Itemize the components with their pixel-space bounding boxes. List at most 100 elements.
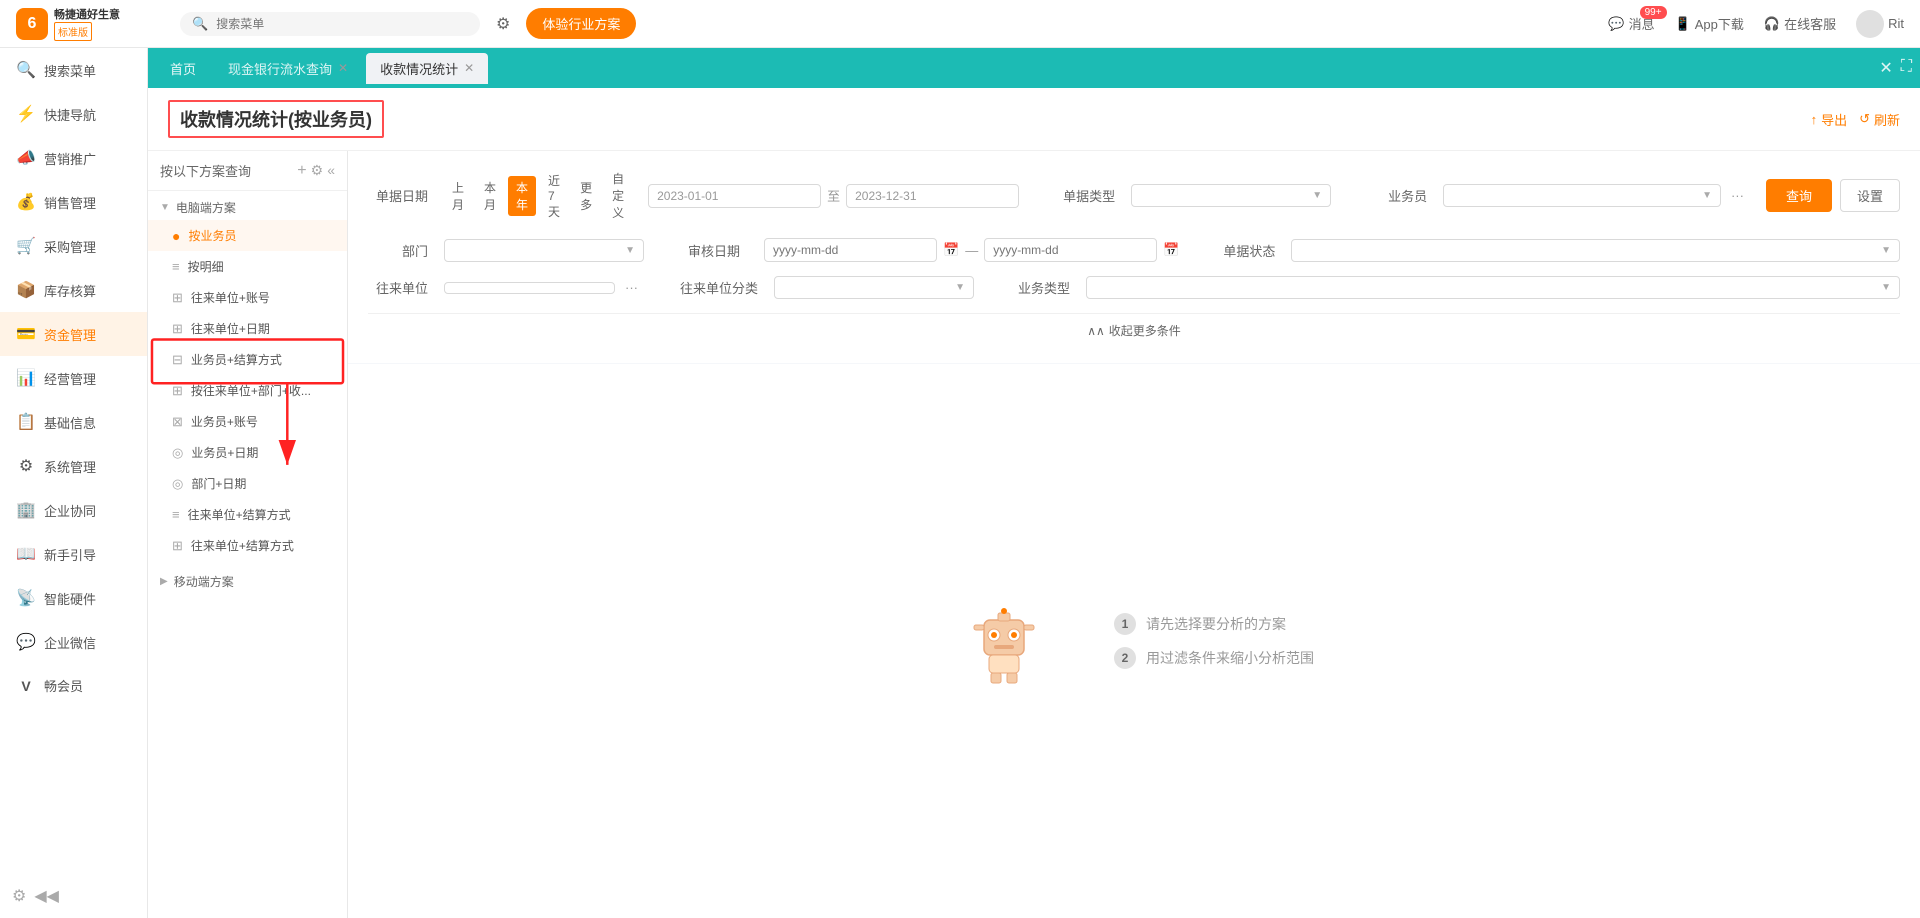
desktop-section-label: 电脑端方案 bbox=[176, 199, 236, 216]
sidebar-item-operation[interactable]: 📊 经营管理 bbox=[0, 356, 147, 400]
sidebar-item-label: 企业微信 bbox=[44, 633, 96, 652]
sidebar-item-guide[interactable]: 📖 新手引导 bbox=[0, 532, 147, 576]
scheme-icon: ⊠ bbox=[172, 414, 183, 430]
scheme-add-icon[interactable]: + bbox=[297, 162, 306, 180]
step-num-2: 2 bbox=[1114, 647, 1136, 669]
review-date-calendar-icon2[interactable]: 📅 bbox=[1163, 242, 1179, 258]
app-download-btn[interactable]: 📱 App下载 bbox=[1675, 14, 1744, 33]
hardware-icon: 📡 bbox=[16, 588, 36, 608]
review-date-calendar-icon[interactable]: 📅 bbox=[943, 242, 959, 258]
header-settings-icon[interactable]: ⚙ bbox=[496, 14, 510, 34]
scheme-item-unit-dept-collect[interactable]: ⊞ 按往来单位+部门+收... bbox=[148, 375, 347, 406]
date-tab-custom[interactable]: 自定义 bbox=[604, 167, 632, 224]
tab-fullscreen-icon[interactable]: ⛶ bbox=[1901, 58, 1912, 78]
header-search-box[interactable]: 🔍 bbox=[180, 12, 480, 36]
sales-icon: 💰 bbox=[16, 192, 36, 212]
messages-btn[interactable]: 💬 消息 99+ bbox=[1608, 14, 1654, 33]
online-service-btn[interactable]: 🎧 在线客服 bbox=[1764, 14, 1836, 33]
filter-panel: 单据日期 上月 本月 本年 近7天 更多 自定义 至 bbox=[348, 151, 1920, 918]
sidebar-item-label: 系统管理 bbox=[44, 457, 96, 476]
scheme-item-label: 按业务员 bbox=[188, 227, 236, 244]
scheme-item-dept-date[interactable]: ◎ 部门+日期 bbox=[148, 468, 347, 499]
top-header: 6 畅捷通好生意 标准版 🔍 ⚙ 体验行业方案 💬 消息 99+ 📱 App下载… bbox=[0, 0, 1920, 48]
scheme-icon: ⊞ bbox=[172, 383, 183, 399]
tab-close-all-icon[interactable]: ✕ bbox=[1879, 58, 1892, 78]
sidebar-item-member[interactable]: V 畅会员 bbox=[0, 664, 147, 707]
inventory-icon: 📦 bbox=[16, 280, 36, 300]
salesperson-area: ▼ ··· bbox=[1443, 184, 1750, 207]
settings-btn[interactable]: 设置 bbox=[1840, 179, 1900, 212]
refresh-btn[interactable]: ↺ 刷新 bbox=[1859, 110, 1900, 129]
sidebar-item-basicinfo[interactable]: 📋 基础信息 bbox=[0, 400, 147, 444]
sidebar-item-label: 资金管理 bbox=[44, 325, 96, 344]
date-end-input[interactable] bbox=[846, 184, 1019, 208]
partner-select[interactable] bbox=[444, 282, 615, 294]
scheme-item-unit-settlement1[interactable]: ≡ 往来单位+结算方式 bbox=[148, 499, 347, 530]
sidebar-item-wechat[interactable]: 💬 企业微信 bbox=[0, 620, 147, 664]
sidebar-item-search[interactable]: 🔍 搜索菜单 bbox=[0, 48, 147, 92]
collection-stat-close-icon[interactable]: ✕ bbox=[464, 61, 474, 75]
sidebar-item-inventory[interactable]: 📦 库存核算 bbox=[0, 268, 147, 312]
sidebar-item-quicknav[interactable]: ⚡ 快捷导航 bbox=[0, 92, 147, 136]
operation-icon: 📊 bbox=[16, 368, 36, 388]
section-expand-icon: ▼ bbox=[160, 202, 170, 213]
date-tab-this-year[interactable]: 本年 bbox=[508, 176, 536, 216]
collapse-btn[interactable]: ∧∧ 收起更多条件 bbox=[368, 313, 1900, 347]
scheme-collapse-icon[interactable]: « bbox=[327, 162, 335, 180]
sidebar-item-purchase[interactable]: 🛒 采购管理 bbox=[0, 224, 147, 268]
review-date-start[interactable] bbox=[764, 238, 937, 262]
scheme-item-unit-account[interactable]: ⊞ 往来单位+账号 bbox=[148, 282, 347, 313]
system-icon: ⚙ bbox=[16, 456, 36, 476]
scheme-item-by-detail[interactable]: ≡ 按明细 bbox=[148, 251, 347, 282]
tab-home[interactable]: 首页 bbox=[156, 53, 210, 84]
collection-stat-tab-label: 收款情况统计 bbox=[380, 59, 458, 78]
date-tab-more[interactable]: 更多 bbox=[572, 176, 600, 216]
sidebar-item-hardware[interactable]: 📡 智能硬件 bbox=[0, 576, 147, 620]
sidebar-item-finance[interactable]: 💳 资金管理 bbox=[0, 312, 147, 356]
sidebar-item-marketing[interactable]: 📣 营销推广 bbox=[0, 136, 147, 180]
dept-select[interactable]: ▼ bbox=[444, 239, 644, 262]
tab-bank-flow[interactable]: 现金银行流水查询 ✕ bbox=[214, 53, 362, 84]
download-icon: 📱 bbox=[1675, 16, 1691, 32]
filter-row-1: 单据日期 上月 本月 本年 近7天 更多 自定义 至 bbox=[368, 167, 1900, 224]
trial-btn[interactable]: 体验行业方案 bbox=[526, 8, 636, 39]
quicknav-icon: ⚡ bbox=[16, 104, 36, 124]
query-btn[interactable]: 查询 bbox=[1766, 179, 1832, 212]
partner-more-btn[interactable]: ··· bbox=[619, 278, 644, 297]
sidebar-collapse-icon[interactable]: ◀◀ bbox=[34, 886, 59, 906]
date-start-input[interactable] bbox=[648, 184, 821, 208]
scheme-item-salesperson-date[interactable]: ◎ 业务员+日期 bbox=[148, 437, 347, 468]
business-type-select[interactable]: ▼ bbox=[1086, 276, 1900, 299]
sidebar-item-sales[interactable]: 💰 销售管理 bbox=[0, 180, 147, 224]
sidebar-settings-icon[interactable]: ⚙ bbox=[12, 886, 26, 906]
doc-status-select[interactable]: ▼ bbox=[1291, 239, 1900, 262]
salesperson-more-btn[interactable]: ··· bbox=[1725, 186, 1750, 205]
scheme-settings-icon[interactable]: ⚙ bbox=[311, 162, 324, 180]
scheme-item-unit-settlement2[interactable]: ⊞ 往来单位+结算方式 bbox=[148, 530, 347, 561]
salesperson-select[interactable]: ▼ bbox=[1443, 184, 1721, 207]
partner-category-select[interactable]: ▼ bbox=[774, 276, 974, 299]
scheme-mobile-section[interactable]: ▶ 移动端方案 bbox=[148, 565, 347, 594]
scheme-item-unit-date[interactable]: ⊞ 往来单位+日期 bbox=[148, 313, 347, 344]
bank-flow-close-icon[interactable]: ✕ bbox=[338, 61, 348, 75]
scheme-item-salesperson-account[interactable]: ⊠ 业务员+账号 bbox=[148, 406, 347, 437]
date-tab-this-month[interactable]: 本月 bbox=[476, 176, 504, 216]
scheme-item-label: 部门+日期 bbox=[191, 475, 246, 492]
doc-type-select[interactable]: ▼ bbox=[1131, 184, 1331, 207]
review-date-end[interactable] bbox=[984, 238, 1157, 262]
user-area[interactable]: Rit bbox=[1856, 10, 1904, 38]
date-tab-last7[interactable]: 近7天 bbox=[540, 169, 568, 223]
date-label: 单据日期 bbox=[368, 186, 428, 205]
scheme-item-salesperson-settlement[interactable]: ⊟ 业务员+结算方式 bbox=[148, 344, 347, 375]
export-btn[interactable]: ↑ 导出 bbox=[1811, 110, 1848, 129]
scheme-desktop-section[interactable]: ▼ 电脑端方案 bbox=[148, 191, 347, 220]
tab-collection-stat[interactable]: 收款情况统计 ✕ bbox=[366, 53, 488, 84]
date-tab-last-month[interactable]: 上月 bbox=[444, 176, 472, 216]
date-input-group: 至 bbox=[648, 184, 1019, 208]
doc-type-label: 单据类型 bbox=[1055, 186, 1115, 205]
sidebar-item-enterprise[interactable]: 🏢 企业协同 bbox=[0, 488, 147, 532]
scheme-item-by-salesperson[interactable]: ● 按业务员 bbox=[148, 220, 347, 251]
header-search-input[interactable] bbox=[216, 17, 468, 31]
home-tab-label: 首页 bbox=[170, 62, 196, 77]
sidebar-item-system[interactable]: ⚙ 系统管理 bbox=[0, 444, 147, 488]
